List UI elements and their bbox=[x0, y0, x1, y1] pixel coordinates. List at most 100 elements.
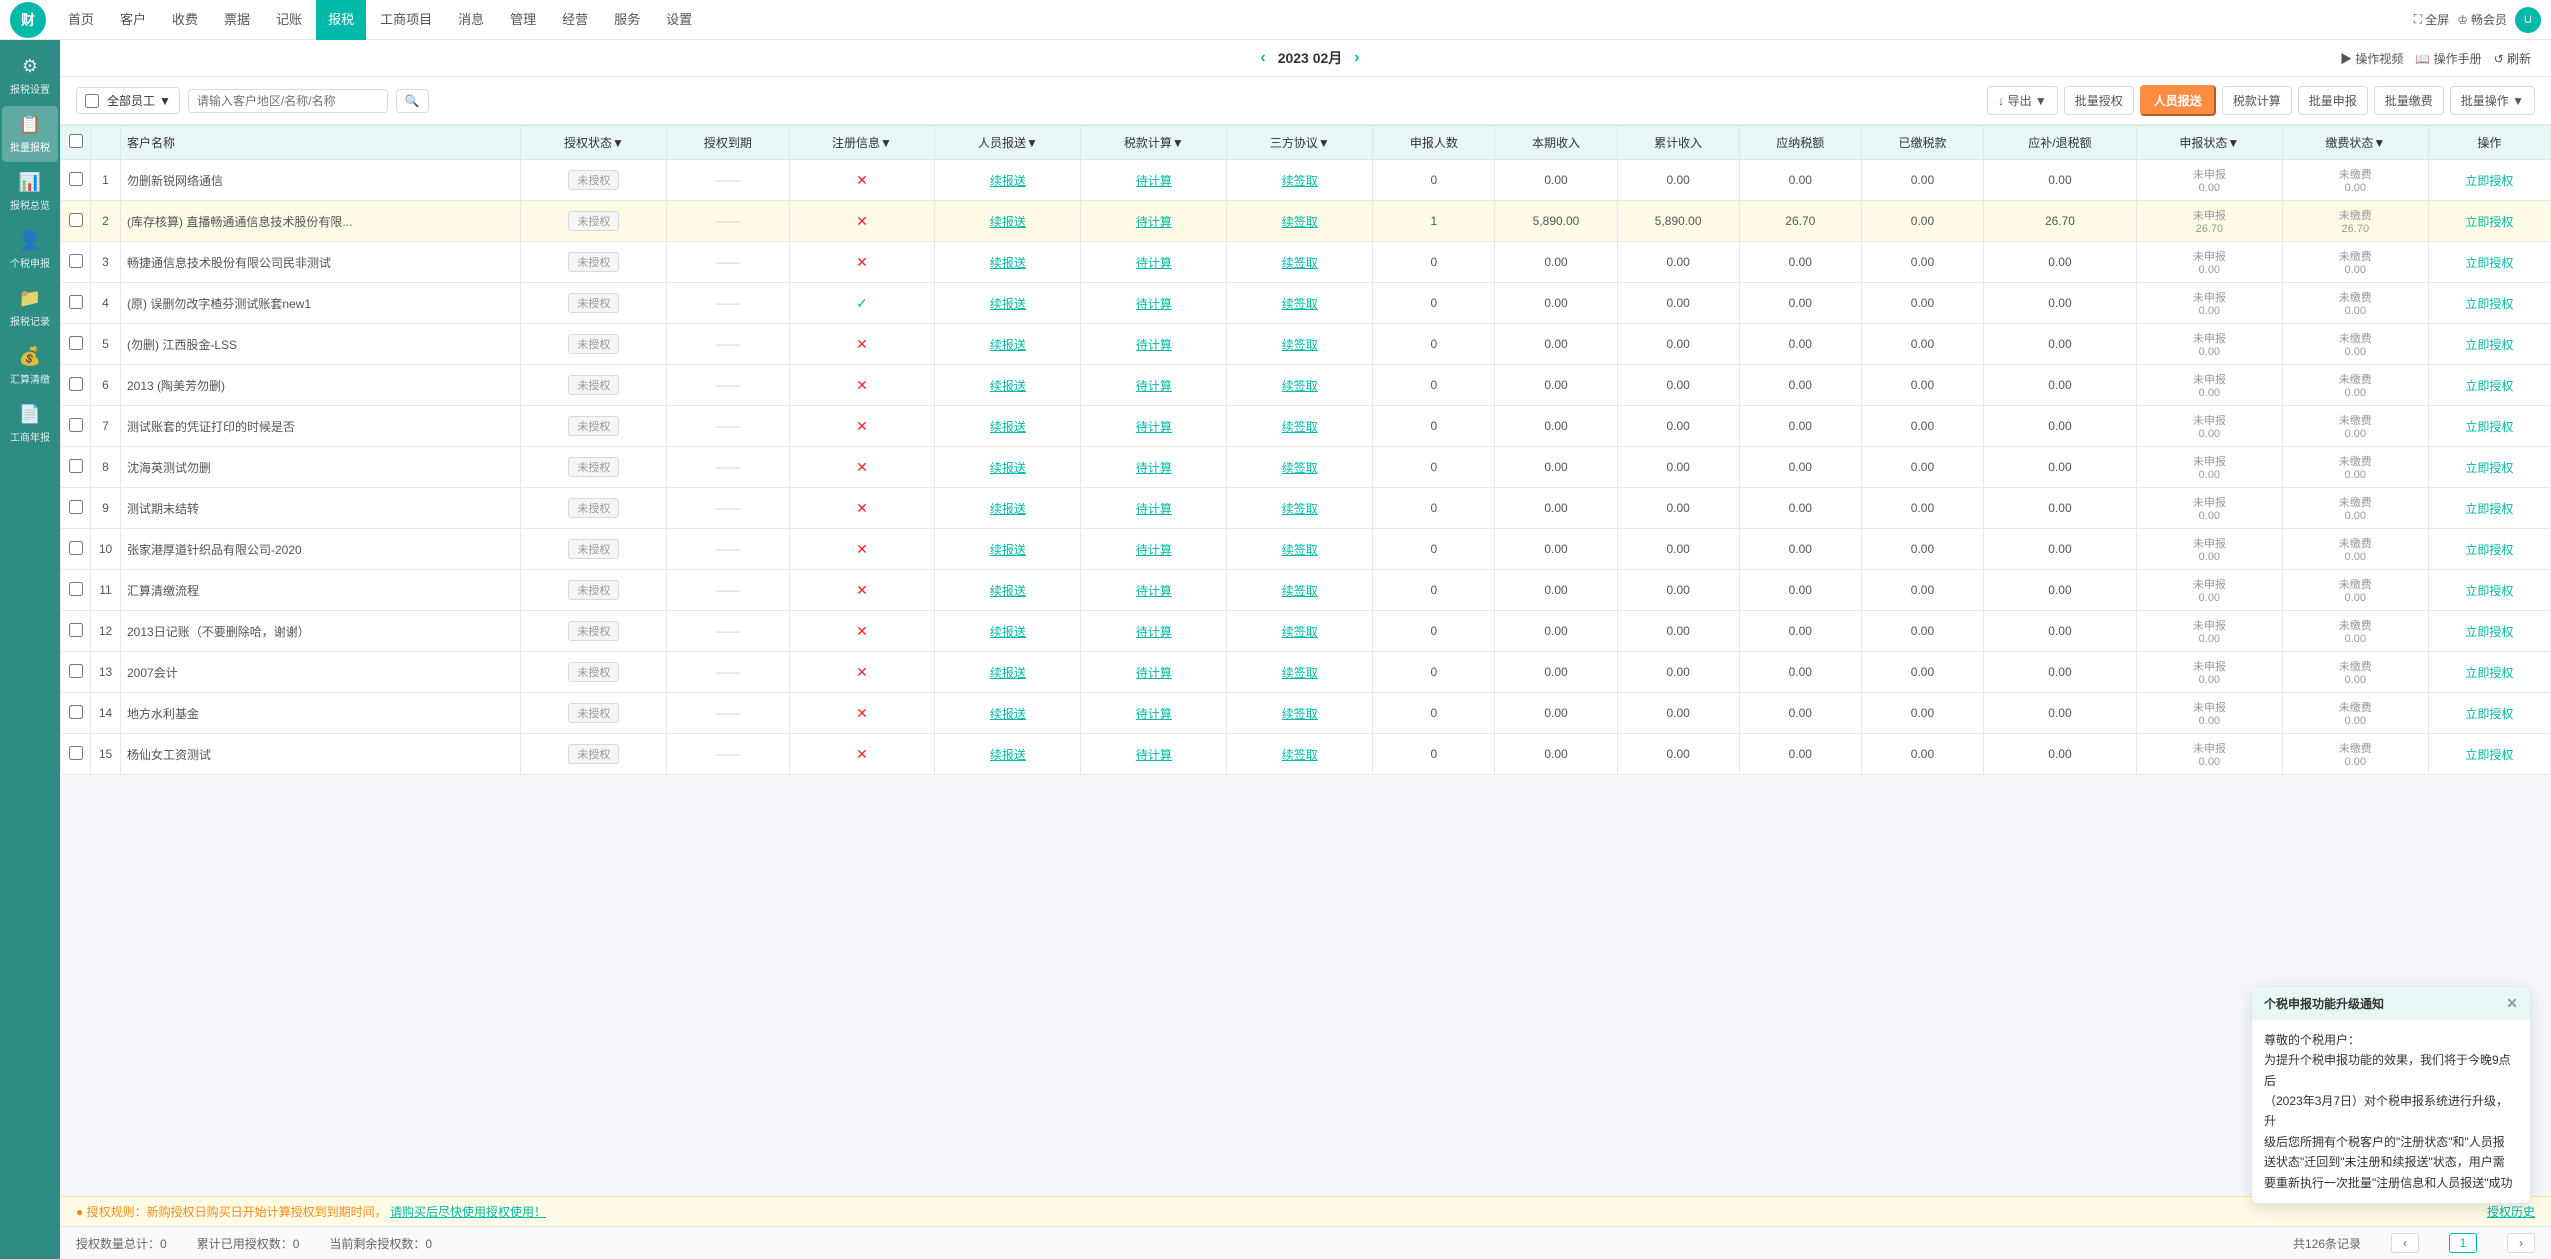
col-declare-count[interactable]: 申报人数 bbox=[1373, 126, 1495, 160]
col-refund-tax[interactable]: 应补/退税额 bbox=[1984, 126, 2137, 160]
row-action[interactable]: 立即授权 bbox=[2428, 652, 2550, 693]
row-tax-calc[interactable]: 待计算 bbox=[1081, 570, 1227, 611]
operation-manual-btn[interactable]: 📖 操作手册 bbox=[2415, 50, 2481, 67]
row-tri-agreement[interactable]: 续签取 bbox=[1227, 283, 1373, 324]
row-tri-agreement[interactable]: 续签取 bbox=[1227, 570, 1373, 611]
row-tax-calc[interactable]: 待计算 bbox=[1081, 283, 1227, 324]
row-tri-agreement[interactable]: 续签取 bbox=[1227, 488, 1373, 529]
row-action[interactable]: 立即授权 bbox=[2428, 488, 2550, 529]
search-button[interactable]: 🔍 bbox=[396, 89, 429, 113]
nav-home[interactable]: 首页 bbox=[56, 0, 106, 40]
row-checkbox[interactable] bbox=[69, 295, 83, 309]
col-tax-calc[interactable]: 税款计算▼ bbox=[1081, 126, 1227, 160]
app-logo[interactable]: 财 bbox=[10, 2, 46, 38]
row-action[interactable]: 立即授权 bbox=[2428, 324, 2550, 365]
col-personnel[interactable]: 人员报送▼ bbox=[935, 126, 1081, 160]
row-checkbox[interactable] bbox=[69, 623, 83, 637]
col-paid-tax[interactable]: 已缴税款 bbox=[1861, 126, 1983, 160]
sidebar-item-tax-settings[interactable]: ⚙ 报税设置 bbox=[2, 48, 58, 104]
row-tax-calc[interactable]: 待计算 bbox=[1081, 529, 1227, 570]
operation-video-btn[interactable]: ▶ 操作视频 bbox=[2340, 50, 2403, 67]
nav-manage[interactable]: 管理 bbox=[498, 0, 548, 40]
row-tax-calc[interactable]: 待计算 bbox=[1081, 324, 1227, 365]
popup-close-btn[interactable]: ✕ bbox=[2506, 995, 2518, 1012]
select-all-checkbox[interactable] bbox=[69, 134, 83, 148]
row-personnel[interactable]: 续报送 bbox=[935, 529, 1081, 570]
export-btn[interactable]: ↓ 导出 ▼ bbox=[1987, 86, 2058, 115]
row-action[interactable]: 立即授权 bbox=[2428, 406, 2550, 447]
row-personnel[interactable]: 续报送 bbox=[935, 734, 1081, 775]
row-tri-agreement[interactable]: 续签取 bbox=[1227, 693, 1373, 734]
col-total-income[interactable]: 累计收入 bbox=[1617, 126, 1739, 160]
nav-accounting[interactable]: 记账 bbox=[264, 0, 314, 40]
row-action[interactable]: 立即授权 bbox=[2428, 693, 2550, 734]
row-tax-calc[interactable]: 待计算 bbox=[1081, 406, 1227, 447]
row-tax-calc[interactable]: 待计算 bbox=[1081, 365, 1227, 406]
pagination-prev[interactable]: ‹ bbox=[2391, 1233, 2419, 1253]
record-link[interactable]: 授权历史 bbox=[2487, 1203, 2535, 1220]
row-tri-agreement[interactable]: 续签取 bbox=[1227, 242, 1373, 283]
nav-business[interactable]: 工商项目 bbox=[368, 0, 444, 40]
col-reg-info[interactable]: 注册信息▼ bbox=[789, 126, 935, 160]
row-tax-calc[interactable]: 待计算 bbox=[1081, 734, 1227, 775]
personnel-report-btn[interactable]: 人员报送 bbox=[2140, 85, 2216, 116]
row-tri-agreement[interactable]: 续签取 bbox=[1227, 324, 1373, 365]
row-tri-agreement[interactable]: 续签取 bbox=[1227, 652, 1373, 693]
row-personnel[interactable]: 续报送 bbox=[935, 242, 1081, 283]
prev-month-btn[interactable]: ‹ bbox=[1260, 49, 1265, 67]
row-personnel[interactable]: 续报送 bbox=[935, 570, 1081, 611]
row-personnel[interactable]: 续报送 bbox=[935, 447, 1081, 488]
row-tri-agreement[interactable]: 续签取 bbox=[1227, 201, 1373, 242]
row-checkbox[interactable] bbox=[69, 582, 83, 596]
nav-service[interactable]: 服务 bbox=[602, 0, 652, 40]
nav-operation[interactable]: 经营 bbox=[550, 0, 600, 40]
col-auth-status[interactable]: 授权状态▼ bbox=[521, 126, 667, 160]
row-tri-agreement[interactable]: 续签取 bbox=[1227, 611, 1373, 652]
tax-calc-btn[interactable]: 税款计算 bbox=[2222, 86, 2292, 115]
row-personnel[interactable]: 续报送 bbox=[935, 365, 1081, 406]
row-checkbox[interactable] bbox=[69, 541, 83, 555]
user-avatar[interactable]: U bbox=[2515, 7, 2541, 33]
nav-tax[interactable]: 报税 bbox=[316, 0, 366, 40]
row-personnel[interactable]: 续报送 bbox=[935, 283, 1081, 324]
sidebar-item-tax-record[interactable]: 📁 报税记录 bbox=[2, 280, 58, 336]
row-tri-agreement[interactable]: 续签取 bbox=[1227, 447, 1373, 488]
row-checkbox[interactable] bbox=[69, 459, 83, 473]
row-tax-calc[interactable]: 待计算 bbox=[1081, 201, 1227, 242]
employee-filter[interactable]: 全部员工 ▼ bbox=[76, 87, 180, 114]
batch-ops-btn[interactable]: 批量操作 ▼ bbox=[2450, 86, 2535, 115]
col-tax-amount[interactable]: 应纳税额 bbox=[1739, 126, 1861, 160]
member-btn[interactable]: ♔ 畅会员 bbox=[2457, 11, 2507, 28]
row-action[interactable]: 立即授权 bbox=[2428, 283, 2550, 324]
nav-invoice[interactable]: 票据 bbox=[212, 0, 262, 40]
row-tri-agreement[interactable]: 续签取 bbox=[1227, 160, 1373, 201]
batch-auth-btn[interactable]: 批量授权 bbox=[2064, 86, 2134, 115]
row-tri-agreement[interactable]: 续签取 bbox=[1227, 734, 1373, 775]
nav-client[interactable]: 客户 bbox=[108, 0, 158, 40]
purchase-link[interactable]: 请购买后尽快使用授权使用！ bbox=[390, 1205, 546, 1219]
row-checkbox[interactable] bbox=[69, 254, 83, 268]
col-declare-status[interactable]: 申报状态▼ bbox=[2136, 126, 2282, 160]
sidebar-item-annual-report[interactable]: 📄 工商年报 bbox=[2, 396, 58, 452]
sidebar-item-tax-overview[interactable]: 📊 报税总览 bbox=[2, 164, 58, 220]
pagination-page[interactable]: 1 bbox=[2449, 1233, 2477, 1253]
row-tax-calc[interactable]: 待计算 bbox=[1081, 242, 1227, 283]
row-tax-calc[interactable]: 待计算 bbox=[1081, 611, 1227, 652]
row-checkbox[interactable] bbox=[69, 377, 83, 391]
row-action[interactable]: 立即授权 bbox=[2428, 201, 2550, 242]
row-action[interactable]: 立即授权 bbox=[2428, 734, 2550, 775]
row-personnel[interactable]: 续报送 bbox=[935, 693, 1081, 734]
pagination-next[interactable]: › bbox=[2507, 1233, 2535, 1253]
row-personnel[interactable]: 续报送 bbox=[935, 406, 1081, 447]
col-name[interactable]: 客户名称 bbox=[121, 126, 521, 160]
col-auth-expire[interactable]: 授权到期 bbox=[667, 126, 789, 160]
row-checkbox[interactable] bbox=[69, 336, 83, 350]
row-action[interactable]: 立即授权 bbox=[2428, 447, 2550, 488]
row-personnel[interactable]: 续报送 bbox=[935, 611, 1081, 652]
row-tri-agreement[interactable]: 续签取 bbox=[1227, 529, 1373, 570]
sidebar-item-settlement[interactable]: 💰 汇算清缴 bbox=[2, 338, 58, 394]
row-tri-agreement[interactable]: 续签取 bbox=[1227, 406, 1373, 447]
row-personnel[interactable]: 续报送 bbox=[935, 201, 1081, 242]
row-checkbox[interactable] bbox=[69, 213, 83, 227]
next-month-btn[interactable]: › bbox=[1354, 49, 1359, 67]
